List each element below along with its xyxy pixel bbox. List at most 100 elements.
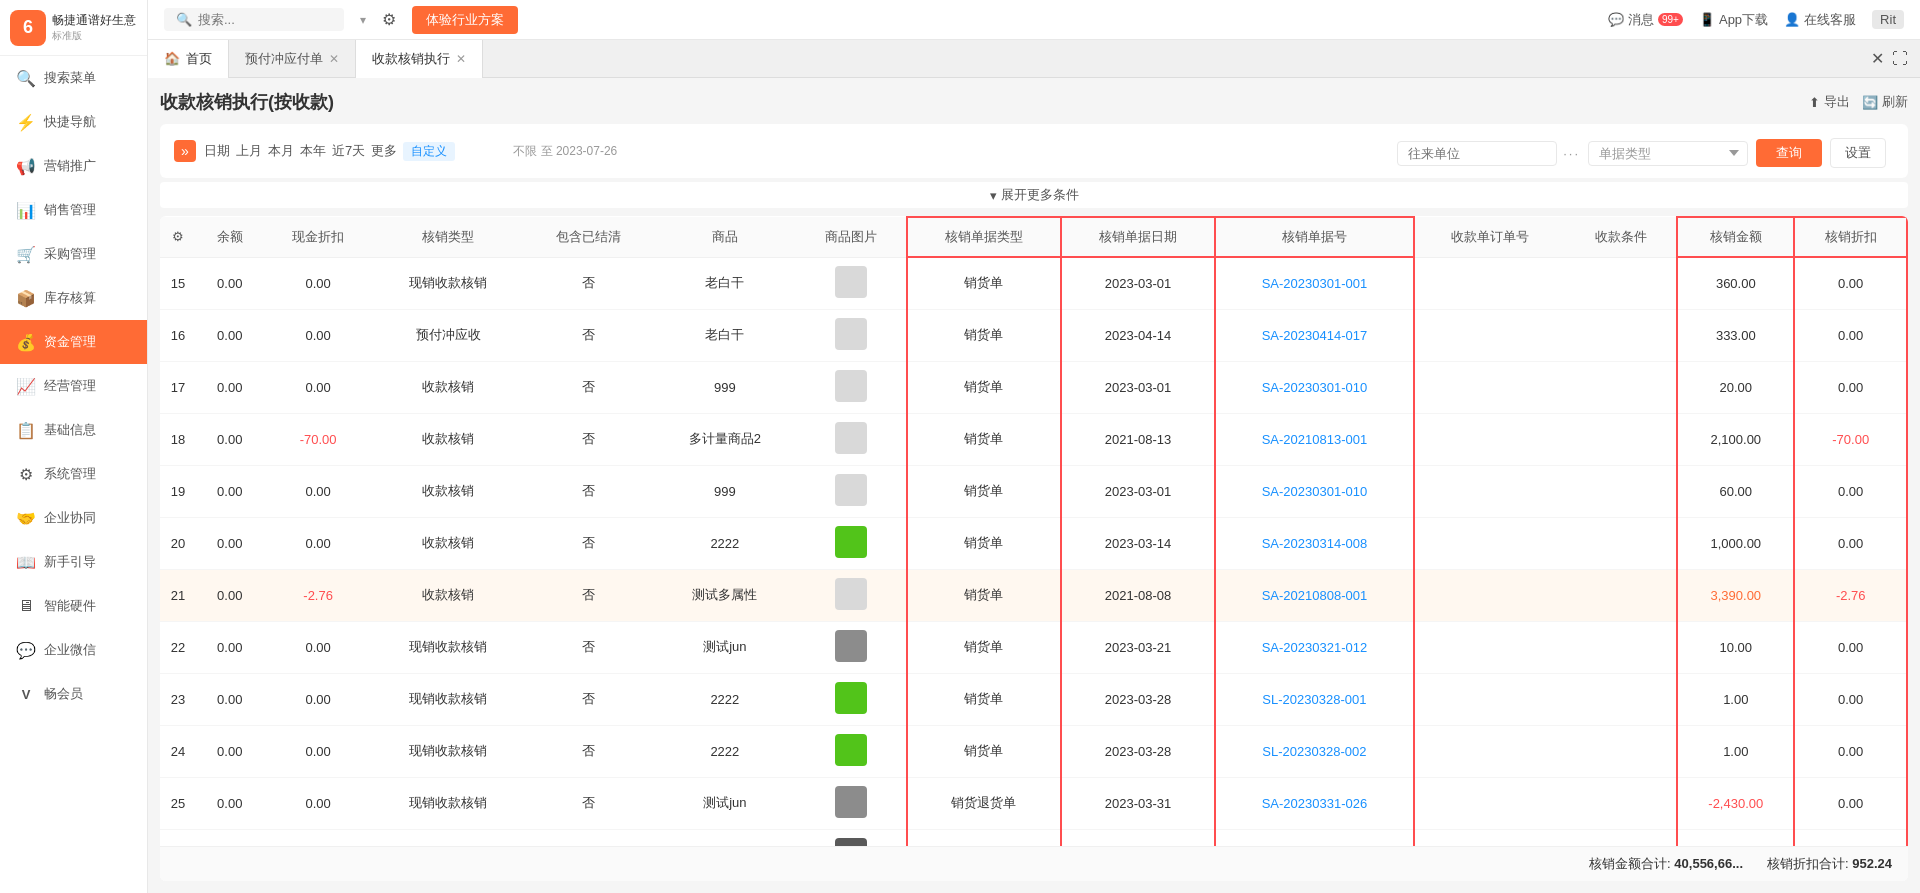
filter-voucher-select[interactable]: 单据类型 bbox=[1588, 141, 1748, 166]
td-recv-condition bbox=[1566, 517, 1677, 569]
filter-query-btn[interactable]: 查询 bbox=[1756, 139, 1822, 167]
td-recv-condition bbox=[1566, 361, 1677, 413]
tab-bar: 🏠 首页 预付冲应付单 ✕ 收款核销执行 ✕ ✕ ⛶ bbox=[148, 40, 1920, 78]
td-cancel-no[interactable]: SA-20230414-017 bbox=[1215, 309, 1414, 361]
td-cancel-no[interactable]: SA-20230331-026 bbox=[1215, 777, 1414, 829]
td-goods-img bbox=[796, 569, 907, 621]
expand-chevron-icon: ▾ bbox=[990, 188, 997, 203]
cancel-no-link[interactable]: SA-20210813-001 bbox=[1262, 432, 1368, 447]
filter-date-last-month[interactable]: 上月 bbox=[236, 142, 262, 160]
td-cancel-amount: 3,390.00 bbox=[1677, 569, 1794, 621]
tab-cancel-exec[interactable]: 收款核销执行 ✕ bbox=[356, 40, 483, 78]
filter-date-this-year[interactable]: 本年 bbox=[300, 142, 326, 160]
cancel-no-link[interactable]: SL-20230328-001 bbox=[1262, 692, 1366, 707]
filter-date-more[interactable]: 更多 bbox=[371, 142, 397, 160]
tab-cancel-exec-label: 收款核销执行 bbox=[372, 50, 450, 68]
page-header: 收款核销执行(按收款) ⬆ 导出 🔄 刷新 bbox=[160, 90, 1908, 114]
export-btn[interactable]: ⬆ 导出 bbox=[1809, 93, 1850, 111]
collab-icon: 🤝 bbox=[16, 508, 36, 528]
sidebar-item-system[interactable]: ⚙ 系统管理 bbox=[0, 452, 147, 496]
td-cancel-no[interactable]: SA-20230321-012 bbox=[1215, 621, 1414, 673]
filter-expand-btn[interactable]: ▾ 展开更多条件 bbox=[160, 182, 1908, 208]
table-row: 15 0.00 0.00 现销收款核销 否 老白干 销货单 2023-03-01… bbox=[160, 257, 1907, 309]
sidebar-item-inventory[interactable]: 📦 库存核算 bbox=[0, 276, 147, 320]
td-goods-img bbox=[796, 621, 907, 673]
filter-date-custom[interactable]: 自定义 bbox=[403, 142, 455, 161]
cancel-no-link[interactable]: SA-20230301-001 bbox=[1262, 276, 1368, 291]
sidebar-item-collab[interactable]: 🤝 企业协同 bbox=[0, 496, 147, 540]
th-recv-condition: 收款条件 bbox=[1566, 217, 1677, 257]
message-badge: 99+ bbox=[1658, 13, 1683, 26]
td-cancel-discount: 0.00 bbox=[1794, 673, 1907, 725]
td-cancel-no[interactable]: SL-20230328-001 bbox=[1215, 673, 1414, 725]
tabs-controls: ✕ ⛶ bbox=[1859, 49, 1920, 68]
th-gear[interactable]: ⚙ bbox=[160, 217, 196, 257]
tab-expand-icon[interactable]: ⛶ bbox=[1892, 50, 1908, 68]
sidebar-item-member[interactable]: V 畅会员 bbox=[0, 672, 147, 716]
cancel-no-link[interactable]: SA-20230331-026 bbox=[1262, 796, 1368, 811]
app-logo-badge: 标准版 bbox=[52, 29, 136, 43]
cancel-no-link[interactable]: SA-20230314-008 bbox=[1262, 536, 1368, 551]
td-cancel-no[interactable]: SA-20210813-001 bbox=[1215, 413, 1414, 465]
cancel-no-link[interactable]: SA-20210808-001 bbox=[1262, 588, 1368, 603]
filter-date-section: 日期 上月 本月 本年 近7天 更多 自定义 bbox=[204, 142, 455, 161]
topbar-gear-icon[interactable]: ⚙ bbox=[382, 10, 396, 29]
sidebar-item-search[interactable]: 🔍 搜索菜单 bbox=[0, 56, 147, 100]
industry-btn[interactable]: 体验行业方案 bbox=[412, 6, 518, 34]
sidebar-item-purchase[interactable]: 🛒 采购管理 bbox=[0, 232, 147, 276]
tab-cancel-exec-close[interactable]: ✕ bbox=[456, 52, 466, 66]
sidebar-item-operation[interactable]: 📈 经营管理 bbox=[0, 364, 147, 408]
td-cancel-voucher-type: 销货单 bbox=[907, 829, 1061, 846]
td-cancel-date: 2023-03-01 bbox=[1061, 465, 1215, 517]
cancel-no-link[interactable]: SA-20230414-017 bbox=[1262, 328, 1368, 343]
sidebar-item-hardware[interactable]: 🖥 智能硬件 bbox=[0, 584, 147, 628]
cancel-no-link[interactable]: SA-20230321-012 bbox=[1262, 640, 1368, 655]
td-cancel-no[interactable]: SA-20210808-001 bbox=[1215, 569, 1414, 621]
topbar-user[interactable]: Rit bbox=[1872, 10, 1904, 29]
table-scroll[interactable]: ⚙ 余额 现金折扣 核销类型 包含已结清 商品 商品图片 核销单据类型 核销单据… bbox=[160, 216, 1908, 846]
gear-icon: ⚙ bbox=[172, 229, 184, 244]
td-cancel-amount: -2,430.00 bbox=[1677, 777, 1794, 829]
td-cancel-no[interactable]: SA-20230301-001 bbox=[1215, 257, 1414, 309]
cancel-no-link[interactable]: SA-20230301-010 bbox=[1262, 484, 1368, 499]
td-cancel-no[interactable]: SA-20230314-008 bbox=[1215, 517, 1414, 569]
topbar-message[interactable]: 💬 消息 99+ bbox=[1608, 11, 1683, 29]
sidebar-item-wechat[interactable]: 💬 企业微信 bbox=[0, 628, 147, 672]
filter-setting-btn[interactable]: 设置 bbox=[1830, 138, 1886, 168]
td-include-settled: 否 bbox=[524, 257, 654, 309]
td-cancel-type: 收款核销 bbox=[373, 361, 524, 413]
td-goods: 2222 bbox=[654, 517, 796, 569]
tab-home[interactable]: 🏠 首页 bbox=[148, 40, 229, 78]
td-include-settled: 否 bbox=[524, 309, 654, 361]
td-cancel-type: 收款核销 bbox=[373, 569, 524, 621]
cancel-no-link[interactable]: SA-20230301-010 bbox=[1262, 380, 1368, 395]
filter-collapse-btn[interactable]: » bbox=[174, 140, 196, 162]
td-cancel-no[interactable]: SA-20230301-010 bbox=[1215, 361, 1414, 413]
sidebar-item-guide[interactable]: 📖 新手引导 bbox=[0, 540, 147, 584]
sidebar-item-sales[interactable]: 📊 销售管理 bbox=[0, 188, 147, 232]
td-cancel-no[interactable]: SA-20230301-010 bbox=[1215, 465, 1414, 517]
topbar-search-box[interactable]: 🔍 bbox=[164, 8, 344, 31]
filter-partner-input[interactable] bbox=[1397, 141, 1557, 166]
topbar-app-download[interactable]: 📱 App下载 bbox=[1699, 11, 1768, 29]
topbar: 🔍 ▾ ⚙ 体验行业方案 💬 消息 99+ 📱 App下载 👤 在线客服 Rit bbox=[148, 0, 1920, 40]
td-include-settled: 否 bbox=[524, 621, 654, 673]
cancel-no-link[interactable]: SL-20230328-002 bbox=[1262, 744, 1366, 759]
td-recv-order-no bbox=[1414, 361, 1567, 413]
sidebar-item-nav[interactable]: ⚡ 快捷导航 bbox=[0, 100, 147, 144]
topbar-search-input[interactable] bbox=[198, 12, 318, 27]
topbar-service[interactable]: 👤 在线客服 bbox=[1784, 11, 1856, 29]
td-include-settled: 否 bbox=[524, 465, 654, 517]
tab-close-all-icon[interactable]: ✕ bbox=[1871, 49, 1884, 68]
filter-date-this-month[interactable]: 本月 bbox=[268, 142, 294, 160]
td-cancel-no[interactable]: ABC-001 bbox=[1215, 829, 1414, 846]
sidebar-item-marketing[interactable]: 📢 营销推广 bbox=[0, 144, 147, 188]
tab-prepay-close[interactable]: ✕ bbox=[329, 52, 339, 66]
filter-date-7days[interactable]: 近7天 bbox=[332, 142, 365, 160]
refresh-btn[interactable]: 🔄 刷新 bbox=[1862, 93, 1908, 111]
sidebar-item-finance[interactable]: 💰 资金管理 bbox=[0, 320, 147, 364]
td-cancel-amount: 20.00 bbox=[1677, 361, 1794, 413]
tab-prepay[interactable]: 预付冲应付单 ✕ bbox=[229, 40, 356, 78]
td-cancel-no[interactable]: SL-20230328-002 bbox=[1215, 725, 1414, 777]
sidebar-item-basic-info[interactable]: 📋 基础信息 bbox=[0, 408, 147, 452]
